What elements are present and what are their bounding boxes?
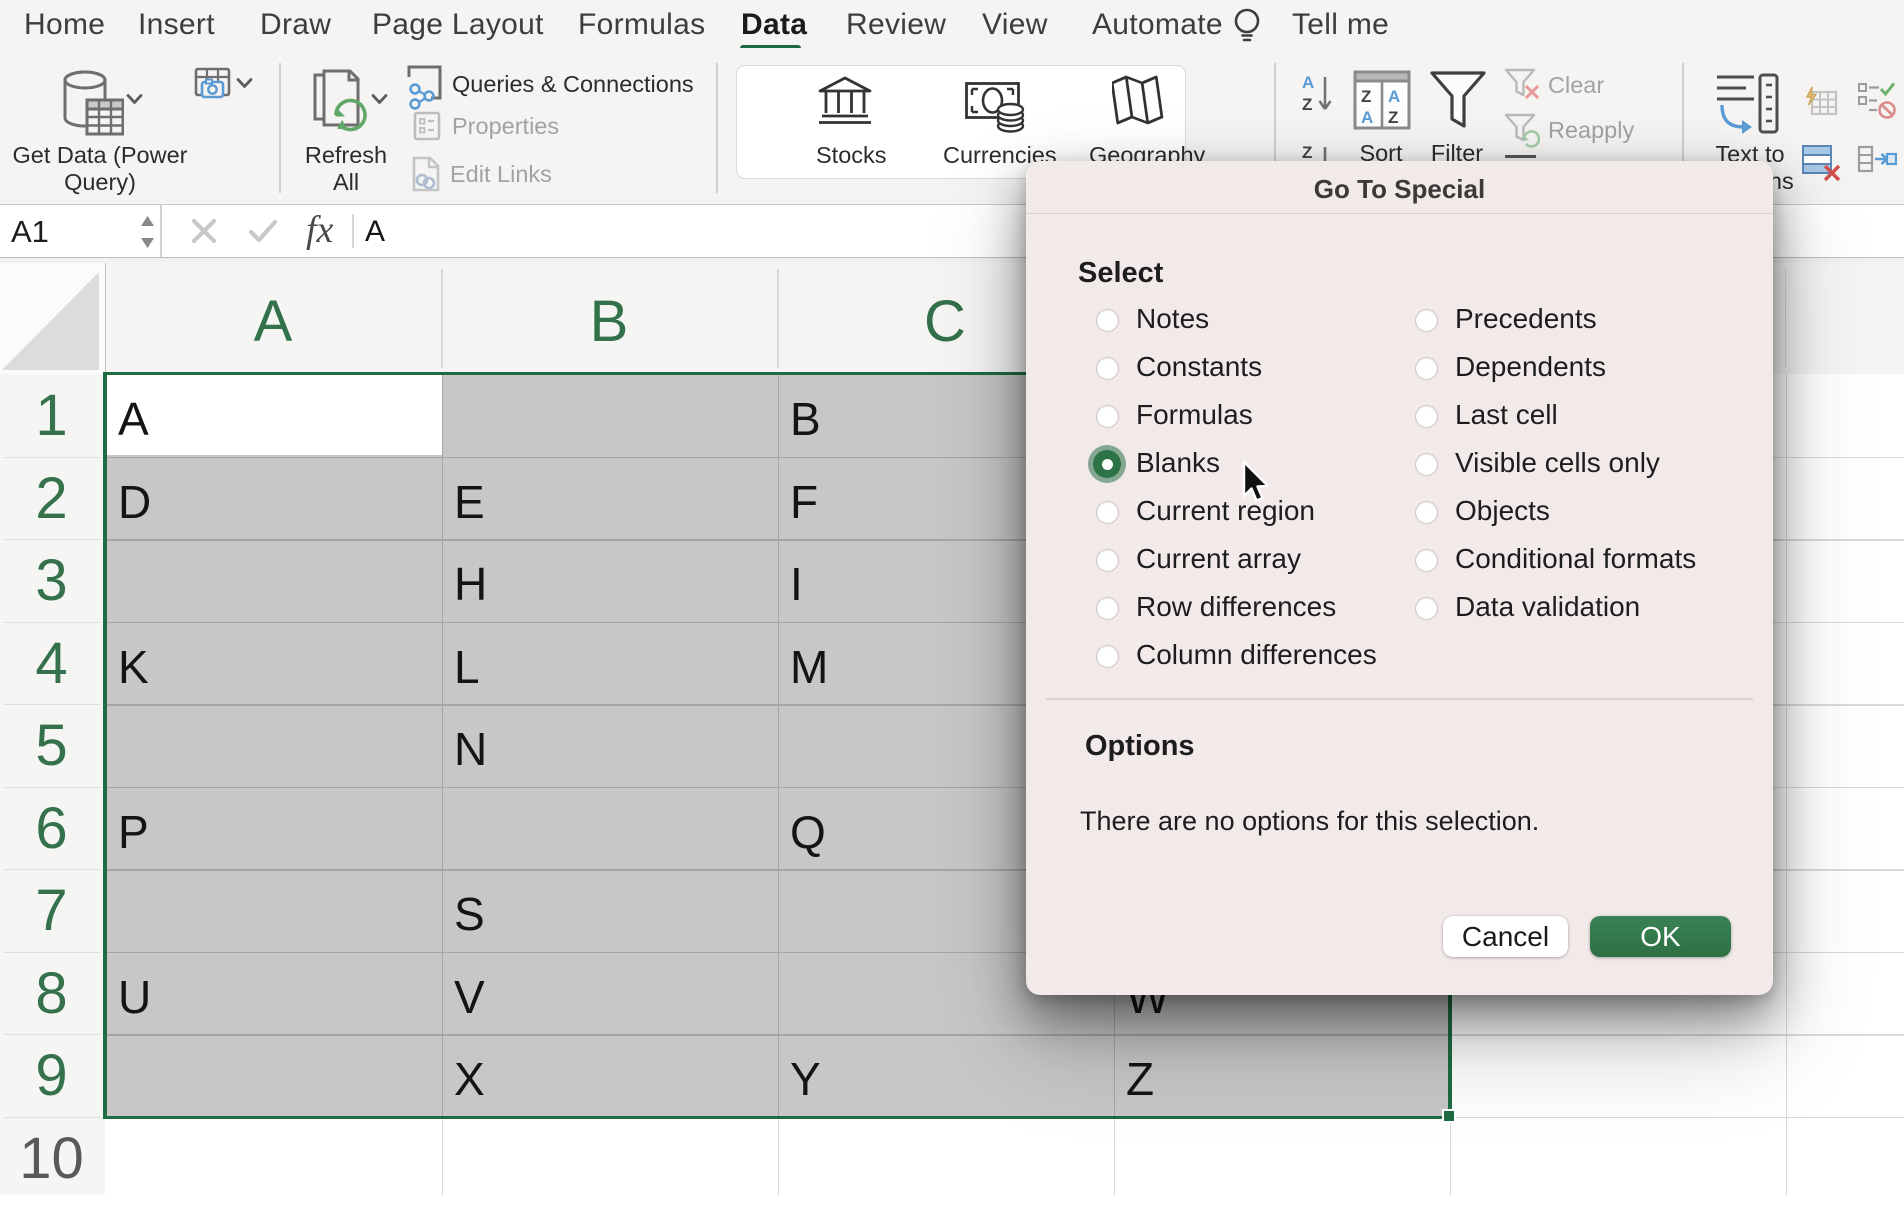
svg-text:Z: Z [1302,143,1312,162]
svg-text:A: A [1302,73,1314,92]
svg-text:A: A [1361,108,1373,127]
svg-text:Z: Z [1388,108,1398,127]
svg-text:Z: Z [1302,95,1312,114]
svg-text:Z: Z [1361,87,1371,106]
svg-text:A: A [1388,87,1400,106]
